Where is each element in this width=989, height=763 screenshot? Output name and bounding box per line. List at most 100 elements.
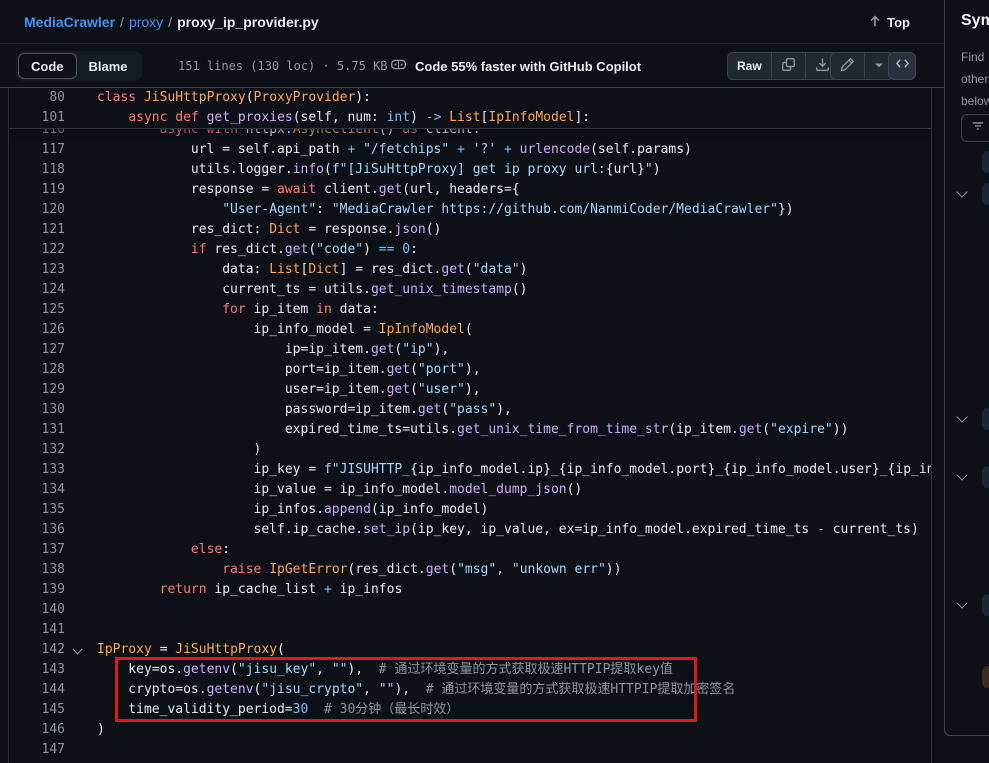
code-line: 121 res_dict: Dict = response.json()	[9, 220, 931, 240]
line-number[interactable]: 138	[9, 560, 65, 580]
line-number[interactable]: 133	[9, 460, 65, 480]
code-line: 122 if res_dict.get("code") == 0:	[9, 240, 931, 260]
line-number[interactable]: 141	[9, 620, 65, 640]
code-line: 80class JiSuHttpProxy(ProxyProvider):	[9, 88, 931, 108]
breadcrumb-bar: MediaCrawler/proxy/proxy_ip_provider.py	[0, 0, 944, 44]
chevron-down-icon[interactable]	[957, 187, 967, 197]
line-number[interactable]: 142	[9, 640, 65, 660]
code-line: 136 self.ip_cache.set_ip(ip_key, ip_valu…	[9, 520, 931, 540]
symbol-item[interactable]	[982, 151, 989, 173]
symbol-item[interactable]	[982, 408, 989, 430]
tab-code[interactable]: Code	[18, 53, 77, 79]
copilot-icon	[390, 56, 407, 76]
caret-down-icon	[874, 59, 884, 73]
sticky-context-lines: 80class JiSuHttpProxy(ProxyProvider):101…	[9, 88, 931, 129]
symbol-item[interactable]	[982, 666, 989, 688]
code-line: 132 )	[9, 440, 931, 460]
symbols-filter-button[interactable]	[961, 114, 989, 142]
code-line-text: password=ip_item.get("pass"),	[97, 400, 512, 420]
code-line-text: else:	[97, 540, 230, 560]
line-number[interactable]: 143	[9, 660, 65, 680]
line-number[interactable]: 128	[9, 360, 65, 380]
line-number[interactable]: 145	[9, 700, 65, 720]
raw-button-group: Raw	[727, 52, 840, 80]
line-number[interactable]: 120	[9, 200, 65, 220]
line-number[interactable]: 124	[9, 280, 65, 300]
line-number[interactable]: 130	[9, 400, 65, 420]
line-number[interactable]: 139	[9, 580, 65, 600]
symbol-item[interactable]	[982, 466, 989, 488]
line-number[interactable]: 131	[9, 420, 65, 440]
code-blame-switch: Code Blame	[16, 51, 142, 81]
arrow-up-icon	[868, 14, 882, 31]
code-line: 146)	[9, 720, 931, 740]
code-line-text: data: List[Dict] = res_dict.get("data")	[97, 260, 528, 280]
line-number[interactable]: 101	[9, 108, 65, 128]
chevron-down-icon[interactable]	[957, 412, 967, 422]
fold-chevron-down-icon[interactable]	[73, 646, 81, 654]
breadcrumb: MediaCrawler/proxy/proxy_ip_provider.py	[24, 14, 319, 30]
line-number[interactable]: 126	[9, 320, 65, 340]
line-number[interactable]: 123	[9, 260, 65, 280]
copilot-banner[interactable]: Code 55% faster with GitHub Copilot	[390, 44, 641, 88]
line-number[interactable]: 137	[9, 540, 65, 560]
code-line-text: current_ts = utils.get_unix_timestamp()	[97, 280, 527, 300]
code-line-text: port=ip_item.get("port"),	[97, 360, 481, 380]
code-line: 120 "User-Agent": "MediaCrawler https://…	[9, 200, 931, 220]
tab-blame[interactable]: Blame	[77, 53, 140, 79]
line-number[interactable]: 125	[9, 300, 65, 320]
code-line: 119 response = await client.get(url, hea…	[9, 180, 931, 200]
line-number[interactable]: 136	[9, 520, 65, 540]
code-line: 117 url = self.api_path + "/fetchips" + …	[9, 140, 931, 160]
line-number[interactable]: 140	[9, 600, 65, 620]
chevron-down-icon[interactable]	[957, 470, 967, 480]
code-line-text: return ip_cache_list + ip_infos	[97, 580, 402, 600]
code-line-text: for ip_item in data:	[97, 300, 379, 320]
download-icon	[815, 57, 830, 75]
code-line: 147	[9, 740, 931, 760]
symbols-panel-description-line: other	[961, 72, 989, 86]
symbols-panel-title: Symbols	[961, 12, 989, 30]
line-number[interactable]: 132	[9, 440, 65, 460]
code-line-text: self.ip_cache.set_ip(ip_key, ip_value, e…	[97, 520, 919, 540]
code-line-text: ip_infos.append(ip_info_model)	[97, 500, 488, 520]
line-number[interactable]: 117	[9, 140, 65, 160]
code-line-text: ip=ip_item.get("ip"),	[97, 340, 449, 360]
line-number[interactable]: 144	[9, 680, 65, 700]
code-line-text: "User-Agent": "MediaCrawler https://gith…	[97, 200, 794, 220]
line-number[interactable]: 135	[9, 500, 65, 520]
edit-button[interactable]	[831, 53, 864, 79]
code-line-text: res_dict: Dict = response.json()	[97, 220, 441, 240]
code-line-text: expired_time_ts=utils.get_unix_time_from…	[97, 420, 848, 440]
symbols-panel-toggle-button[interactable]	[888, 52, 916, 80]
line-number[interactable]: 147	[9, 740, 65, 760]
symbol-item[interactable]	[982, 183, 989, 205]
chevron-down-icon[interactable]	[957, 598, 967, 608]
symbol-item[interactable]	[982, 594, 989, 616]
breadcrumb-separator: /	[115, 14, 129, 30]
raw-button[interactable]: Raw	[728, 53, 771, 79]
line-number[interactable]: 129	[9, 380, 65, 400]
copy-icon	[781, 57, 796, 75]
line-number[interactable]: 80	[9, 88, 65, 108]
code-line: 131 expired_time_ts=utils.get_unix_time_…	[9, 420, 931, 440]
code-line: 137 else:	[9, 540, 931, 560]
breadcrumb-folder-link[interactable]: proxy	[129, 14, 163, 30]
code-line: 128 port=ip_item.get("port"),	[9, 360, 931, 380]
code-line: 124 current_ts = utils.get_unix_timestam…	[9, 280, 931, 300]
breadcrumb-repo-link[interactable]: MediaCrawler	[24, 14, 115, 30]
line-number[interactable]: 119	[9, 180, 65, 200]
line-number[interactable]: 122	[9, 240, 65, 260]
copilot-banner-text: Code 55% faster with GitHub Copilot	[415, 59, 641, 74]
line-number[interactable]: 127	[9, 340, 65, 360]
code-line-text: )	[97, 720, 105, 740]
copy-button[interactable]	[771, 53, 805, 79]
code-line-text: response = await client.get(url, headers…	[97, 180, 520, 200]
line-number[interactable]: 146	[9, 720, 65, 740]
code-line: 125 for ip_item in data:	[9, 300, 931, 320]
line-number[interactable]: 134	[9, 480, 65, 500]
line-number[interactable]: 121	[9, 220, 65, 240]
edit-button-group	[830, 52, 894, 80]
back-to-top-button[interactable]: Top	[868, 0, 910, 44]
line-number[interactable]: 118	[9, 160, 65, 180]
